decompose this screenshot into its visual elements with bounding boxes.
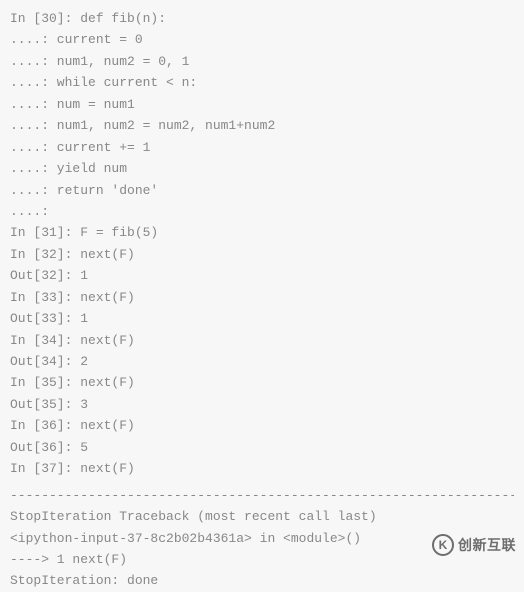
watermark: K 创新互联 xyxy=(432,534,516,557)
code-line: ....: while current < n: xyxy=(10,72,514,93)
code-line: In [35]: next(F) xyxy=(10,372,514,393)
code-line: Out[35]: 3 xyxy=(10,394,514,415)
watermark-label: 创新互联 xyxy=(458,534,516,557)
code-line: Out[34]: 2 xyxy=(10,351,514,372)
code-line: In [30]: def fib(n): xyxy=(10,8,514,29)
code-line: ....: current += 1 xyxy=(10,137,514,158)
code-line: ....: current = 0 xyxy=(10,29,514,50)
code-line: Out[33]: 1 xyxy=(10,308,514,329)
code-line: In [34]: next(F) xyxy=(10,330,514,351)
code-line: ....: yield num xyxy=(10,158,514,179)
ipython-session: In [30]: def fib(n): ....: current = 0 .… xyxy=(10,8,514,592)
traceback-line: StopIteration: done xyxy=(10,570,514,591)
code-line: In [36]: next(F) xyxy=(10,415,514,436)
code-line: In [31]: F = fib(5) xyxy=(10,222,514,243)
code-line: Out[36]: 5 xyxy=(10,437,514,458)
code-line: In [33]: next(F) xyxy=(10,287,514,308)
code-line: In [32]: next(F) xyxy=(10,244,514,265)
watermark-logo-icon: K xyxy=(432,534,454,556)
code-line: ....: return 'done' xyxy=(10,180,514,201)
code-line: Out[32]: 1 xyxy=(10,265,514,286)
traceback-line: StopIteration Traceback (most recent cal… xyxy=(10,506,514,527)
code-line: ....: num = num1 xyxy=(10,94,514,115)
code-line: ....: num1, num2 = num2, num1+num2 xyxy=(10,115,514,136)
code-line: ....: num1, num2 = 0, 1 xyxy=(10,51,514,72)
traceback-separator: ----------------------------------------… xyxy=(10,485,514,506)
code-line: In [37]: next(F) xyxy=(10,458,514,479)
code-line: ....: xyxy=(10,201,514,222)
